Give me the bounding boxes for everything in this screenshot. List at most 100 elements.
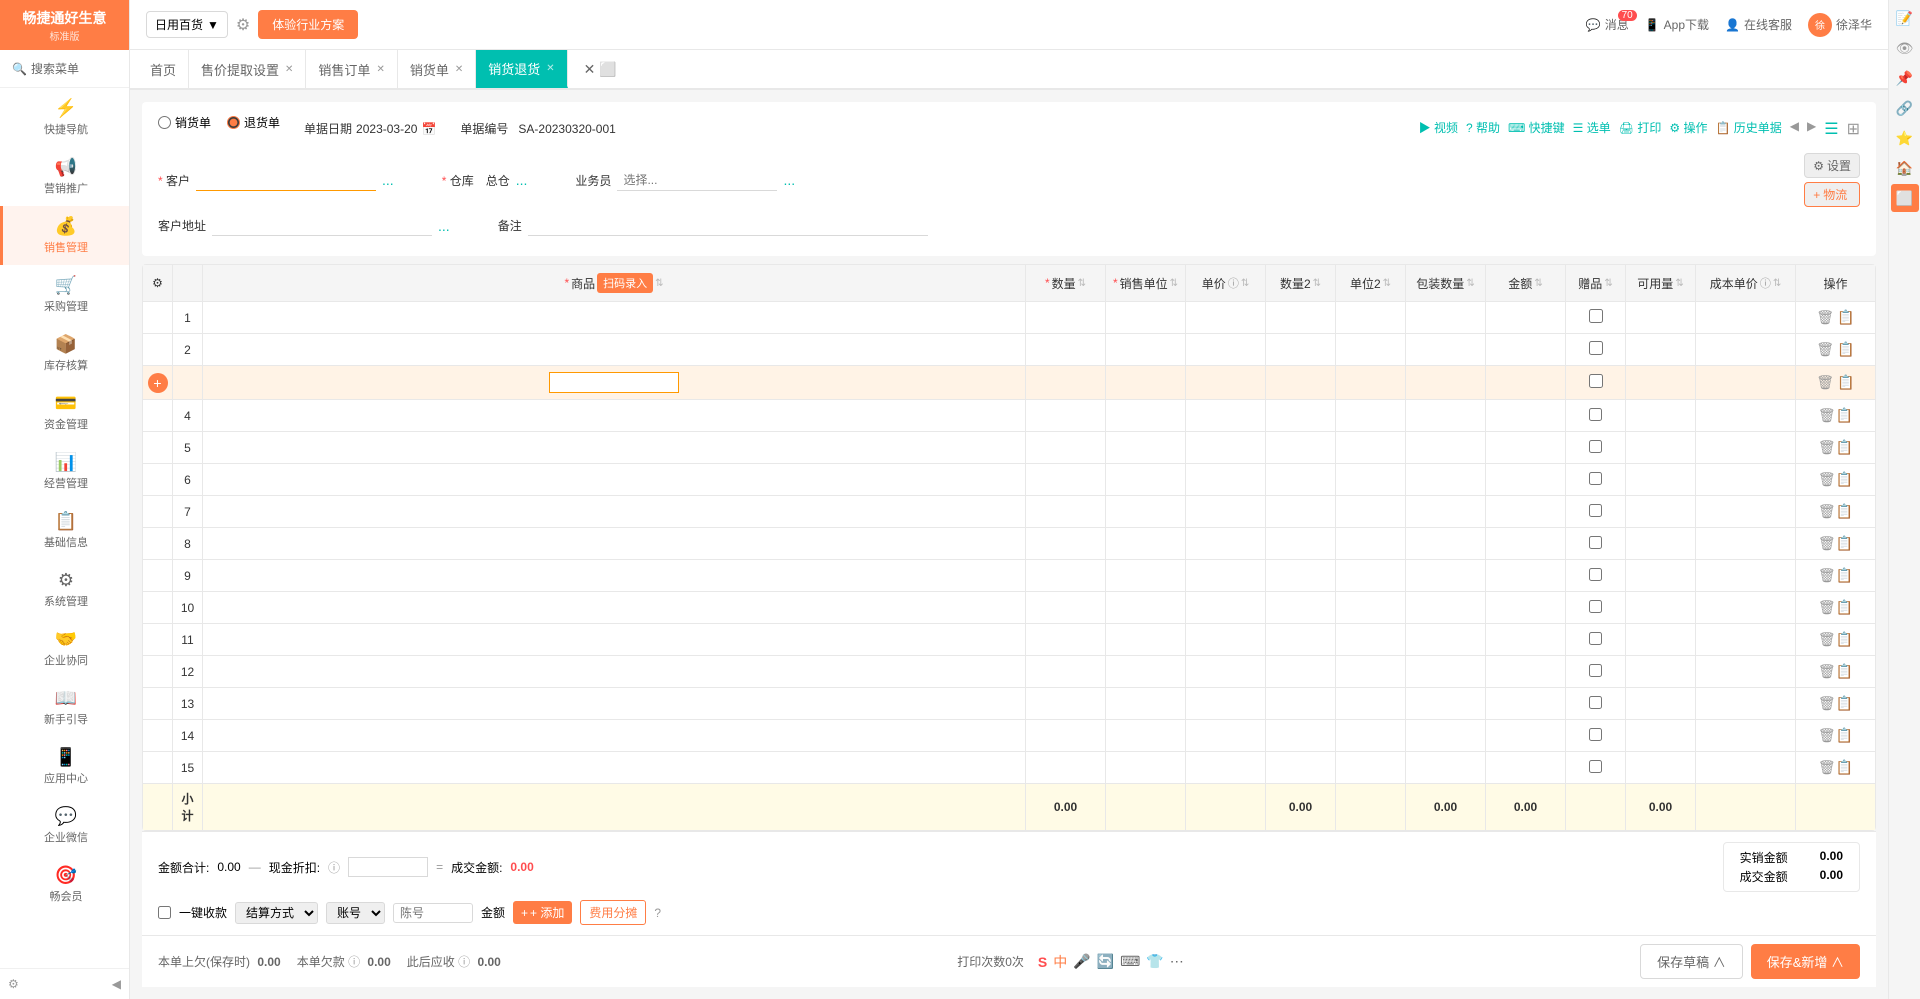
sort-icon[interactable]: ⇅ — [1078, 278, 1086, 289]
sidebar-right-btn-2[interactable]: 👁 — [1891, 34, 1919, 62]
row-qty2-cell[interactable] — [1266, 302, 1336, 334]
sidebar-item-wechat[interactable]: 💬 企业微信 — [0, 796, 129, 855]
close-icon[interactable]: ✕ — [285, 64, 293, 75]
sort-icon[interactable]: ⇅ — [1773, 278, 1781, 289]
row-cost-cell[interactable] — [1696, 334, 1796, 366]
product-input[interactable] — [549, 372, 679, 393]
customer-ellipsis[interactable]: ... — [382, 172, 394, 188]
recv-help[interactable]: ⓘ — [458, 955, 470, 969]
cost-info-icon[interactable]: ⓘ — [1760, 275, 1771, 291]
row-cost-cell[interactable] — [1696, 302, 1796, 334]
tab-sales-return[interactable]: 销货退货 ✕ — [476, 50, 567, 88]
row-cost-cell[interactable] — [1696, 366, 1796, 400]
sort-icon[interactable]: ⇅ — [655, 278, 663, 289]
message-btn[interactable]: 💬 消息 70 — [1586, 16, 1629, 33]
row-copy-btn[interactable]: 📋 — [1836, 439, 1853, 456]
row-copy-btn[interactable]: 📋 — [1836, 567, 1853, 584]
sidebar-item-system[interactable]: ⚙ 系统管理 — [0, 560, 129, 619]
discount-value[interactable] — [348, 857, 428, 877]
scan-btn[interactable]: 扫码录入 — [597, 273, 653, 293]
debt-help[interactable]: ⓘ — [348, 955, 360, 969]
sort-icon[interactable]: ⇅ — [1241, 278, 1249, 289]
sidebar-item-quick[interactable]: ⚡ 快捷导航 — [0, 88, 129, 147]
account-input[interactable] — [393, 903, 473, 923]
collapse-icon[interactable]: ◀ — [112, 977, 121, 991]
add-row-btn[interactable]: + — [148, 373, 168, 393]
row-delete-btn[interactable]: 🗑 — [1816, 374, 1834, 391]
sidebar-right-btn-3[interactable]: 📌 — [1891, 64, 1919, 92]
salesman-input[interactable] — [617, 170, 777, 191]
video-toolbar-item[interactable]: ▶ 视频 — [1419, 119, 1458, 139]
warehouse-ellipsis[interactable]: ... — [516, 172, 528, 188]
radio-sales-bill[interactable]: 销货单 — [158, 114, 211, 131]
sidebar-item-purchase[interactable]: 🛒 采购管理 — [0, 265, 129, 324]
tab-maximize[interactable]: ⬜ — [599, 61, 616, 78]
addlog-btn[interactable]: + 物流 — [1804, 182, 1860, 207]
experience-btn[interactable]: 体验行业方案 — [258, 10, 358, 39]
row-delete-btn[interactable]: 🗑 — [1818, 407, 1836, 424]
salesman-ellipsis[interactable]: ... — [783, 172, 795, 188]
address-ellipsis[interactable]: ... — [438, 218, 450, 234]
customer-input[interactable] — [196, 170, 376, 191]
discount-info-icon[interactable]: ⓘ — [328, 859, 340, 876]
quick-pay-checkbox[interactable] — [158, 906, 171, 919]
row-qty-cell[interactable] — [1026, 366, 1106, 400]
close-icon[interactable]: ✕ — [546, 63, 554, 74]
sidebar-search[interactable]: 🔍 搜索菜单 — [0, 50, 129, 88]
row-unit2-cell[interactable] — [1336, 366, 1406, 400]
row-amount-cell[interactable] — [1486, 302, 1566, 334]
sidebar-right-btn-5[interactable]: ⭐ — [1891, 124, 1919, 152]
row-product-active-cell[interactable] — [203, 366, 1026, 400]
operate-toolbar-item[interactable]: ⚙ 操作 — [1669, 119, 1707, 139]
row-delete-btn[interactable]: 🗑 — [1818, 503, 1836, 520]
row-copy-btn[interactable]: 📋 — [1836, 471, 1853, 488]
tool-icon-zhong[interactable]: 中 — [1053, 952, 1067, 972]
fee-help-icon[interactable]: ? — [654, 906, 661, 920]
sidebar-right-btn-6[interactable]: 🏠 — [1891, 154, 1919, 182]
tab-sales-order[interactable]: 销售订单 ✕ — [306, 50, 397, 88]
sidebar-item-operations[interactable]: 📊 经营管理 — [0, 442, 129, 501]
sidebar-right-btn-4[interactable]: 🔗 — [1891, 94, 1919, 122]
row-delete-btn[interactable]: 🗑 — [1818, 567, 1836, 584]
row-delete-btn[interactable]: 🗑 — [1818, 695, 1836, 712]
sort-icon[interactable]: ⇅ — [1170, 278, 1178, 289]
row-copy-btn[interactable]: 📋 — [1836, 631, 1853, 648]
row-copy-btn[interactable]: 📋 — [1836, 759, 1853, 776]
row-pack-cell[interactable] — [1406, 334, 1486, 366]
row-qty-cell[interactable] — [1026, 302, 1106, 334]
tool-icon-trans[interactable]: 🔄 — [1097, 953, 1114, 970]
close-icon[interactable]: ✕ — [376, 64, 384, 75]
radio-return-bill[interactable]: 退货单 — [227, 114, 280, 131]
close-icon[interactable]: ✕ — [455, 64, 463, 75]
sidebar-item-inventory[interactable]: 📦 库存核算 — [0, 324, 129, 383]
user-menu[interactable]: 徐 徐泽华 — [1808, 13, 1872, 37]
tab-close-all[interactable]: ✕ — [584, 61, 596, 78]
tool-icon-s[interactable]: S — [1038, 954, 1047, 970]
row-copy-btn[interactable]: 📋 — [1836, 663, 1853, 680]
row-avail-cell[interactable] — [1626, 366, 1696, 400]
calc-method-select[interactable]: 结算方式 — [235, 902, 318, 924]
row-copy-btn[interactable]: 📋 — [1836, 503, 1853, 520]
list-view-btn[interactable]: ☰ — [1824, 119, 1838, 139]
row-delete-btn[interactable]: 🗑 — [1818, 631, 1836, 648]
setting-btn[interactable]: ⚙ 设置 — [1804, 153, 1860, 178]
row-copy-btn[interactable]: 📋 — [1837, 309, 1854, 326]
sidebar-item-guide[interactable]: 📖 新手引导 — [0, 678, 129, 737]
next-history-btn[interactable]: ▶ — [1807, 119, 1816, 139]
note-input[interactable] — [528, 215, 928, 236]
row-delete-btn[interactable]: 🗑 — [1818, 471, 1836, 488]
history-toolbar-item[interactable]: 📋 历史单据 — [1715, 119, 1781, 139]
row-gift-cell[interactable] — [1566, 366, 1626, 400]
settings-icon[interactable]: ⚙ — [8, 977, 19, 991]
sidebar-right-btn-1[interactable]: 📝 — [1891, 4, 1919, 32]
shortcut-toolbar-item[interactable]: ⌨ 快捷键 — [1508, 119, 1565, 139]
row-copy-btn[interactable]: 📋 — [1836, 535, 1853, 552]
add-fee-btn[interactable]: + + 添加 — [513, 901, 572, 924]
row-unit2-cell[interactable] — [1336, 302, 1406, 334]
address-input[interactable] — [212, 215, 432, 236]
tab-price-extract[interactable]: 售价提取设置 ✕ — [189, 50, 306, 88]
fee-split-btn[interactable]: 费用分摊 — [580, 900, 646, 925]
row-copy-btn[interactable]: 📋 — [1837, 374, 1854, 391]
row-pack-cell[interactable] — [1406, 302, 1486, 334]
row-price-cell[interactable] — [1186, 334, 1266, 366]
